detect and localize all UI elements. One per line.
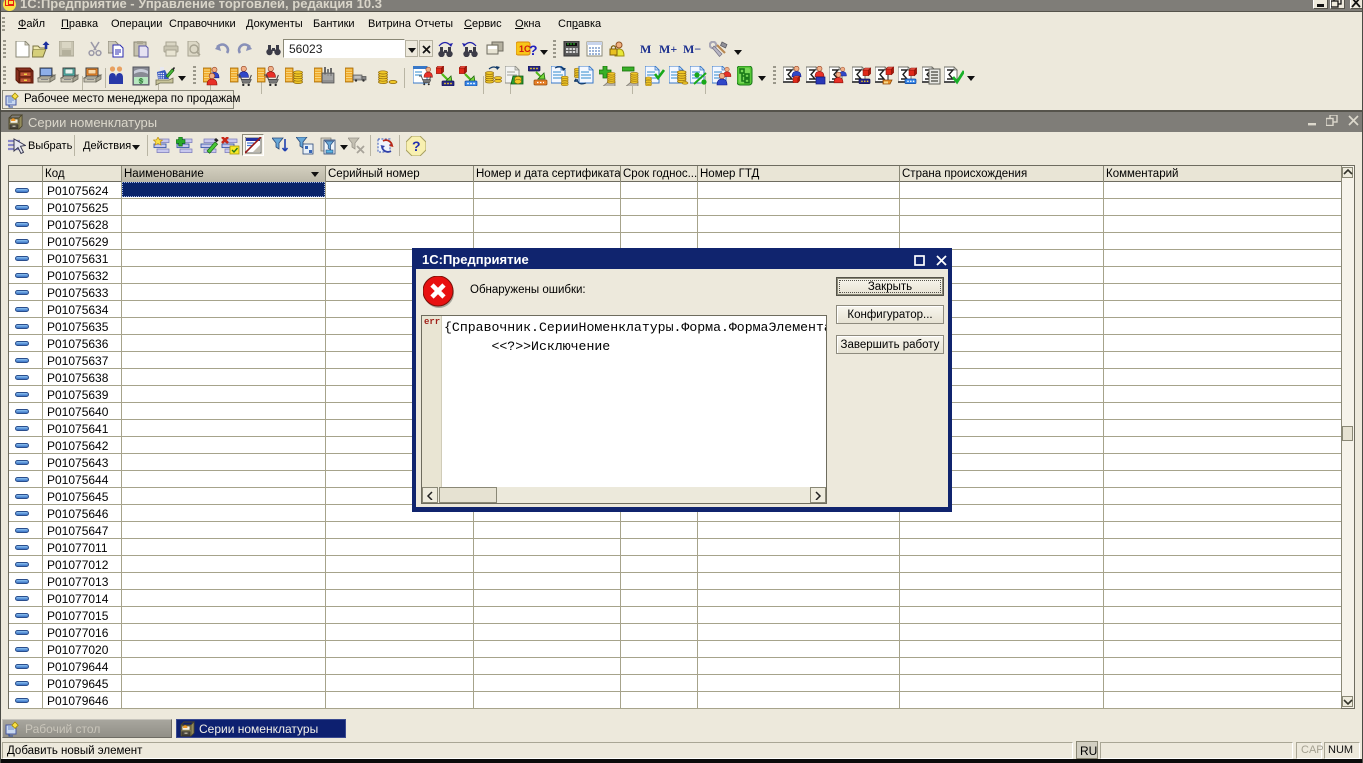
svg-text:?: ? <box>529 42 538 58</box>
svg-text:?: ? <box>412 138 421 154</box>
svg-text:$: $ <box>139 79 143 86</box>
